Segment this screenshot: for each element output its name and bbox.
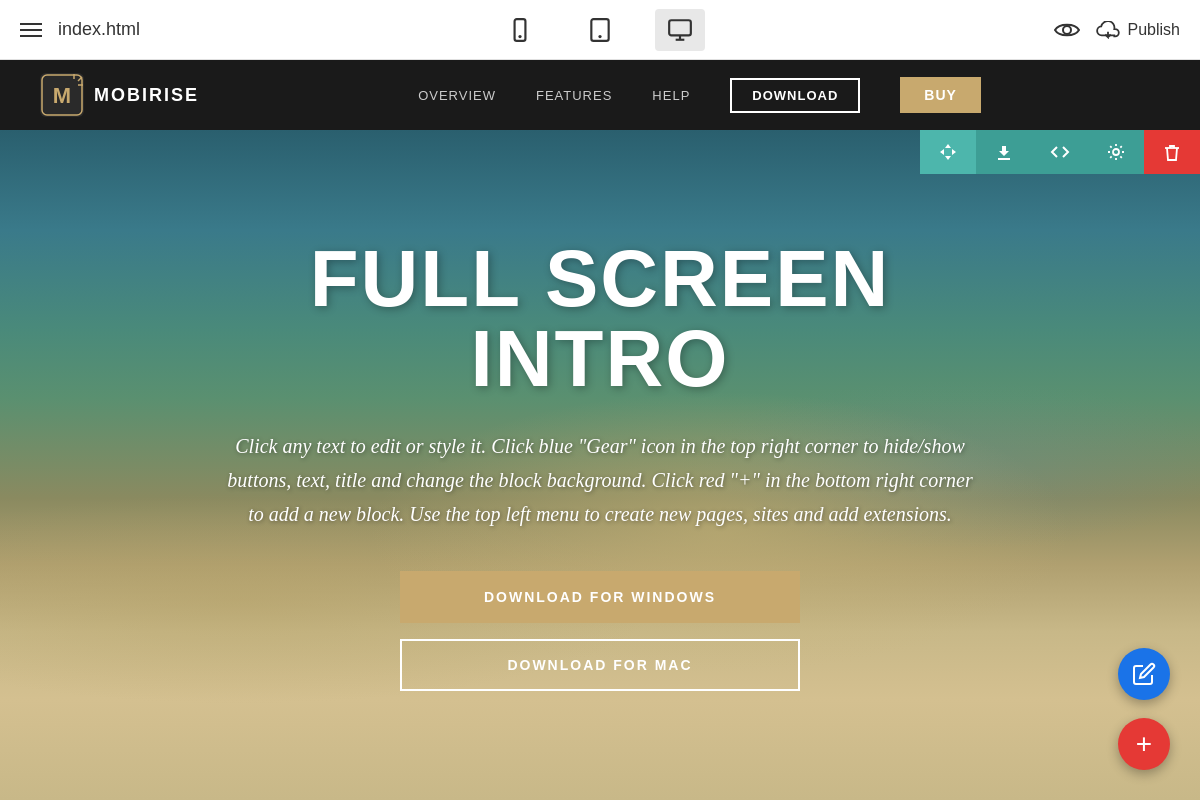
toolbar-left: index.html bbox=[20, 19, 140, 40]
nav-buy-button[interactable]: BUY bbox=[900, 77, 981, 113]
desktop-view-button[interactable] bbox=[655, 9, 705, 51]
block-toolbar bbox=[920, 130, 1200, 174]
logo-icon: M bbox=[40, 73, 84, 117]
hero-title[interactable]: FULL SCREEN INTRO bbox=[225, 239, 975, 399]
fab-add-button[interactable]: + bbox=[1118, 718, 1170, 770]
preview-button[interactable] bbox=[1054, 20, 1080, 40]
hero-section: FULL SCREEN INTRO Click any text to edit… bbox=[0, 130, 1200, 800]
fab-edit-button[interactable] bbox=[1118, 648, 1170, 700]
publish-label: Publish bbox=[1128, 21, 1180, 39]
hero-content: FULL SCREEN INTRO Click any text to edit… bbox=[185, 239, 1015, 691]
mobile-view-button[interactable] bbox=[495, 9, 545, 51]
nav-download-button[interactable]: DOWNLOAD bbox=[730, 78, 860, 113]
tablet-view-button[interactable] bbox=[575, 9, 625, 51]
svg-text:M: M bbox=[53, 83, 71, 108]
nav-link-overview[interactable]: OVERVIEW bbox=[418, 88, 496, 103]
nav-link-help[interactable]: HELP bbox=[652, 88, 690, 103]
block-settings-button[interactable] bbox=[1088, 130, 1144, 174]
svg-point-7 bbox=[1063, 26, 1071, 34]
nav-link-features[interactable]: FEATURES bbox=[536, 88, 612, 103]
site-logo: M MOBIRISE bbox=[40, 73, 199, 117]
svg-point-14 bbox=[1113, 149, 1119, 155]
device-switcher bbox=[495, 9, 705, 51]
hero-title-line1: FULL SCREEN bbox=[310, 234, 891, 323]
hero-subtitle[interactable]: Click any text to edit or style it. Clic… bbox=[225, 429, 975, 531]
svg-rect-4 bbox=[669, 20, 691, 35]
hero-title-line2: INTRO bbox=[471, 314, 730, 403]
hero-download-mac-button[interactable]: DOWNLOAD FOR MAC bbox=[400, 639, 800, 691]
block-delete-button[interactable] bbox=[1144, 130, 1200, 174]
fab-add-icon: + bbox=[1136, 728, 1152, 760]
file-name: index.html bbox=[58, 19, 140, 40]
hero-download-windows-button[interactable]: DOWNLOAD FOR WINDOWS bbox=[400, 571, 800, 623]
top-toolbar: index.html bbox=[0, 0, 1200, 60]
site-nav-links: OVERVIEW FEATURES HELP DOWNLOAD BUY bbox=[239, 77, 1160, 113]
block-download-button[interactable] bbox=[976, 130, 1032, 174]
website-area: M MOBIRISE OVERVIEW FEATURES HELP DOWNLO… bbox=[0, 60, 1200, 800]
block-move-button[interactable] bbox=[920, 130, 976, 174]
site-navigation: M MOBIRISE OVERVIEW FEATURES HELP DOWNLO… bbox=[0, 60, 1200, 130]
hamburger-menu-icon[interactable] bbox=[20, 23, 42, 37]
publish-button[interactable]: Publish bbox=[1096, 21, 1180, 39]
logo-text: MOBIRISE bbox=[94, 85, 199, 106]
block-code-button[interactable] bbox=[1032, 130, 1088, 174]
toolbar-right: Publish bbox=[1054, 20, 1180, 40]
